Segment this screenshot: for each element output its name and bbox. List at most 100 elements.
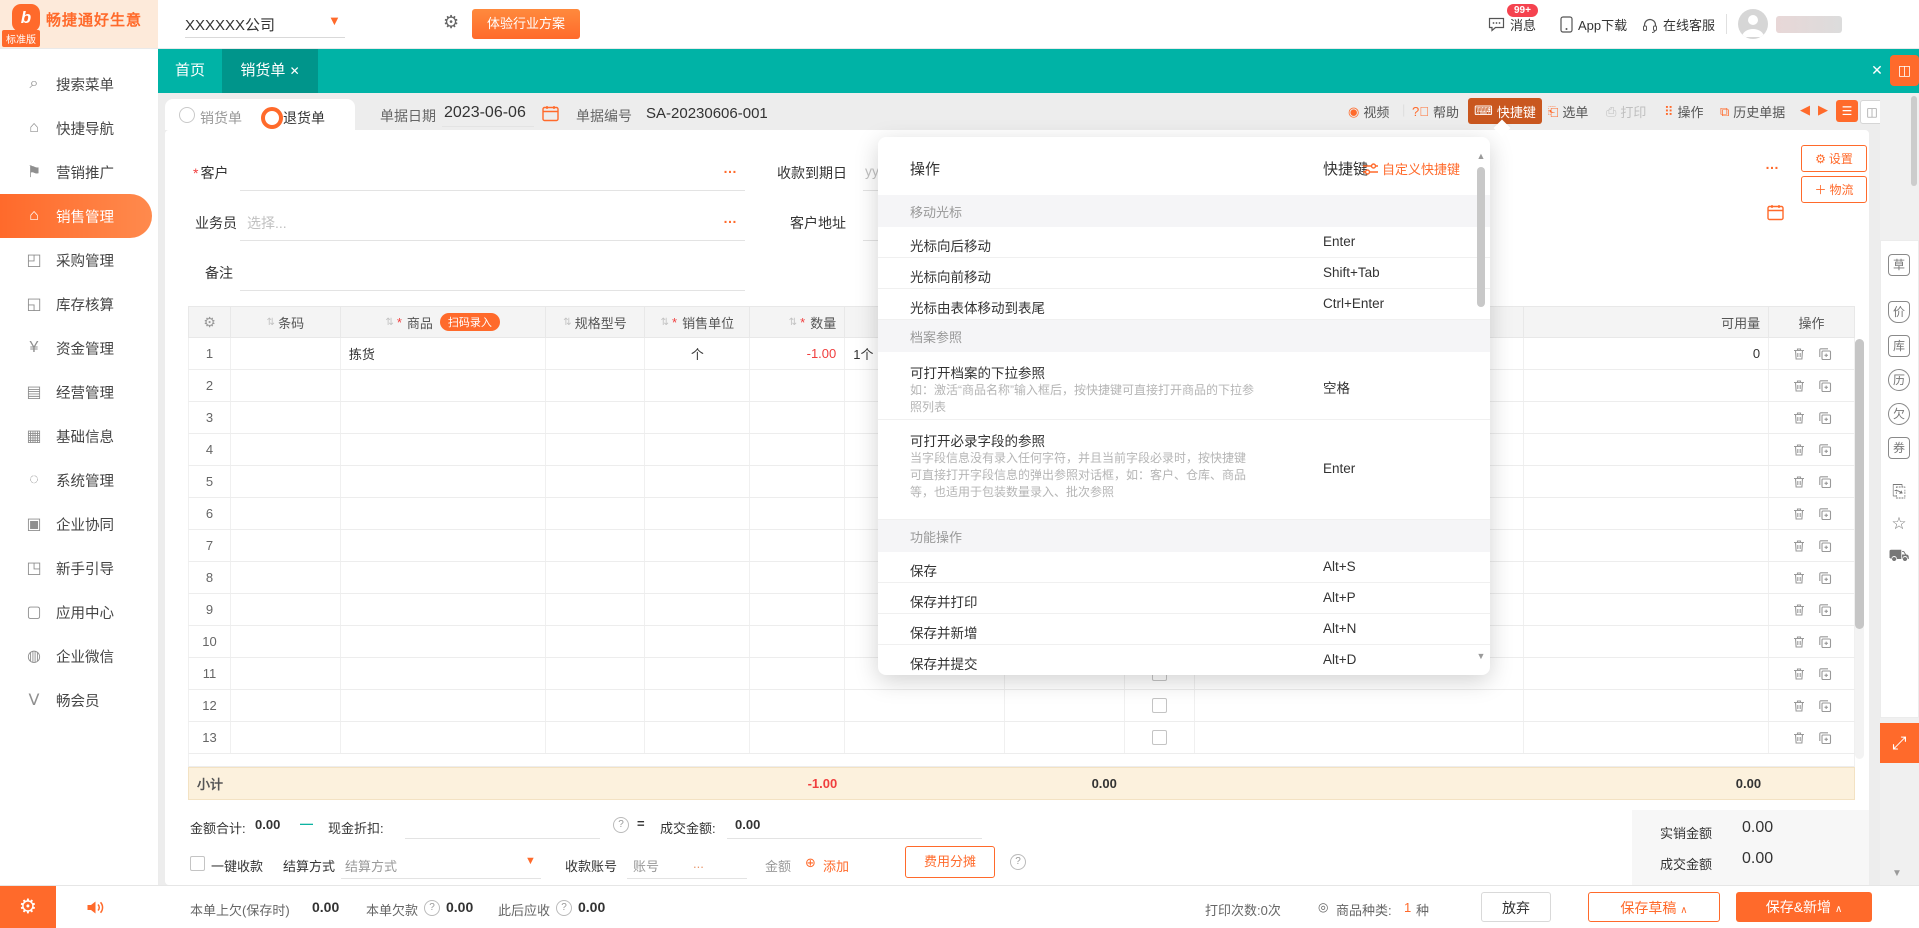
column-settings-gear-icon[interactable]: ⚙ — [203, 314, 216, 331]
sidebar-item-enterprise-wechat[interactable]: ◍ 企业微信 — [0, 634, 158, 678]
row-checkbox[interactable] — [1151, 730, 1167, 745]
sidebar-item-funds[interactable]: ¥ 资金管理 — [0, 326, 158, 370]
hotkey-button[interactable]: ⌨ 快捷键 — [1468, 98, 1542, 124]
copy-row-icon[interactable] — [1818, 731, 1832, 745]
row-checkbox[interactable] — [1151, 698, 1167, 713]
copy-row-icon[interactable] — [1818, 411, 1832, 425]
attachment-icon[interactable]: ⎘ — [1888, 481, 1910, 503]
coupon-icon[interactable]: 券 — [1888, 437, 1910, 459]
video-button[interactable]: ◉ 视频 — [1348, 102, 1389, 121]
copy-row-icon[interactable] — [1818, 699, 1832, 713]
calendar-icon[interactable] — [1767, 204, 1784, 221]
list-view-toggle[interactable]: ☰ — [1836, 100, 1858, 122]
chevron-down-icon[interactable]: ▼ — [525, 855, 536, 867]
stock-icon[interactable]: 库 — [1888, 335, 1910, 357]
tab-close-icon[interactable]: ✕ — [290, 64, 300, 78]
close-icon[interactable]: ✕ — [1862, 48, 1892, 93]
page-scrollbar[interactable] — [1911, 96, 1917, 186]
user-name-redacted[interactable] — [1776, 16, 1842, 33]
table-row[interactable]: 12 — [188, 690, 1855, 722]
col-header-销售单位[interactable]: ⇅ * 销售单位 — [645, 307, 751, 337]
operations-button[interactable]: ⠿ 操作 — [1664, 102, 1704, 121]
save-draft-button[interactable]: 保存草稿 ∧ — [1588, 892, 1720, 922]
add-label[interactable]: 添加 — [823, 856, 849, 875]
settings-gear-icon[interactable]: ⚙ — [0, 886, 56, 928]
sidebar-item-app-center[interactable]: ▢ 应用中心 — [0, 590, 158, 634]
delete-row-icon[interactable] — [1792, 475, 1806, 489]
delete-row-icon[interactable] — [1792, 699, 1806, 713]
draft-icon[interactable]: 草 — [1888, 254, 1910, 276]
sidebar-item-inventory[interactable]: ◱ 库存核算 — [0, 282, 158, 326]
copy-row-icon[interactable] — [1818, 603, 1832, 617]
delete-row-icon[interactable] — [1792, 443, 1806, 457]
scroll-down-icon[interactable]: ▼ — [1476, 651, 1486, 661]
col-header-条码[interactable]: ⇅ 条码 — [231, 307, 341, 337]
scan-entry-badge[interactable]: 扫码录入 — [439, 313, 500, 331]
salesman-picker-ellipsis[interactable]: … — [723, 210, 738, 226]
sidebar-item-marketing[interactable]: ⚑ 营销推广 — [0, 150, 158, 194]
account-ellipsis[interactable]: ... — [693, 856, 704, 871]
sidebar-item-search-menu[interactable]: ⌕ 搜索菜单 — [0, 62, 158, 106]
copy-row-icon[interactable] — [1818, 635, 1832, 649]
copy-row-icon[interactable] — [1818, 443, 1832, 457]
print-button[interactable]: ⎙ 打印 — [1606, 102, 1646, 121]
doc-date-value[interactable]: 2023-06-06 — [444, 104, 526, 122]
tab-sales-order[interactable]: 销货单 ✕ — [222, 48, 318, 93]
sidebar-item-basic-info[interactable]: ▦ 基础信息 — [0, 414, 158, 458]
help-button[interactable]: ?⃝ 帮助 — [1412, 102, 1459, 121]
delivery-icon[interactable]: ⛟ — [1888, 545, 1910, 567]
online-service-button[interactable]: 在线客服 — [1642, 15, 1715, 34]
sidebar-item-collaboration[interactable]: ▣ 企业协同 — [0, 502, 158, 546]
sidebar-item-quick-nav[interactable]: ⌂ 快捷导航 — [0, 106, 158, 150]
radio-sales-order-label[interactable]: 销货单 — [200, 108, 242, 128]
settings-button[interactable]: ⚙ 设置 — [1801, 145, 1867, 172]
delete-row-icon[interactable] — [1792, 667, 1806, 681]
radio-sales-order[interactable] — [179, 107, 195, 123]
sidebar-item-sales-mgmt[interactable]: ⌂ 销售管理 — [0, 194, 152, 238]
abandon-button[interactable]: 放弃 — [1481, 892, 1551, 922]
pick-order-button[interactable]: ⎗ 选单 — [1548, 102, 1588, 121]
onekey-checkbox[interactable] — [190, 856, 205, 871]
calendar-icon[interactable] — [542, 105, 559, 122]
copy-row-icon[interactable] — [1818, 539, 1832, 553]
delete-row-icon[interactable] — [1792, 603, 1806, 617]
account-placeholder[interactable]: 账号 — [633, 856, 659, 875]
delete-row-icon[interactable] — [1792, 507, 1806, 521]
salesman-placeholder[interactable]: 选择... — [247, 213, 287, 233]
customer-field[interactable] — [240, 190, 745, 191]
customize-hotkeys-link[interactable]: 自定义快捷键 — [1362, 159, 1460, 178]
avatar[interactable] — [1738, 9, 1768, 39]
sidebar-item-operation[interactable]: ▤ 经营管理 — [0, 370, 158, 414]
prev-arrow-icon[interactable]: ◀ — [1800, 102, 1810, 118]
question-icon[interactable]: ? — [424, 900, 440, 916]
table-row[interactable]: 13 — [188, 722, 1855, 754]
question-icon[interactable]: ? — [556, 900, 572, 916]
scroll-down-icon[interactable]: ▼ — [1892, 868, 1902, 879]
add-icon[interactable]: ⊕ — [805, 855, 816, 871]
radio-return-order[interactable] — [261, 107, 283, 129]
copy-row-icon[interactable] — [1818, 379, 1832, 393]
panel-toggle-icon[interactable]: ◫ — [1890, 55, 1919, 86]
copy-row-icon[interactable] — [1818, 347, 1832, 361]
copy-row-icon[interactable] — [1818, 571, 1832, 585]
delete-row-icon[interactable] — [1792, 347, 1806, 361]
sidebar-item-purchase-mgmt[interactable]: ◰ 采购管理 — [0, 238, 158, 282]
table-scrollbar[interactable] — [1855, 339, 1864, 759]
delete-row-icon[interactable] — [1792, 635, 1806, 649]
delete-row-icon[interactable] — [1792, 571, 1806, 585]
col-header-商品[interactable]: ⇅ * 商品 扫码录入 — [341, 307, 546, 337]
app-download-button[interactable]: App下载 — [1560, 15, 1627, 34]
copy-row-icon[interactable] — [1818, 475, 1832, 489]
field-ellipsis[interactable]: … — [1765, 156, 1780, 172]
save-and-new-button[interactable]: 保存&新增 ∧ — [1736, 892, 1872, 922]
delete-row-icon[interactable] — [1792, 411, 1806, 425]
delete-row-icon[interactable] — [1792, 539, 1806, 553]
history-button[interactable]: ⧉ 历史单据 — [1720, 102, 1785, 121]
company-select[interactable]: XXXXXX公司 — [185, 14, 335, 35]
remark-field[interactable] — [240, 290, 745, 291]
arrears-icon[interactable]: 欠 — [1888, 403, 1910, 425]
tab-home[interactable]: 首页 — [158, 48, 222, 93]
col-header-数量[interactable]: ⇅ * 数量 — [750, 307, 846, 337]
org-settings-gear-icon[interactable]: ⚙ — [443, 12, 459, 33]
voice-broadcast-icon[interactable] — [86, 899, 105, 916]
